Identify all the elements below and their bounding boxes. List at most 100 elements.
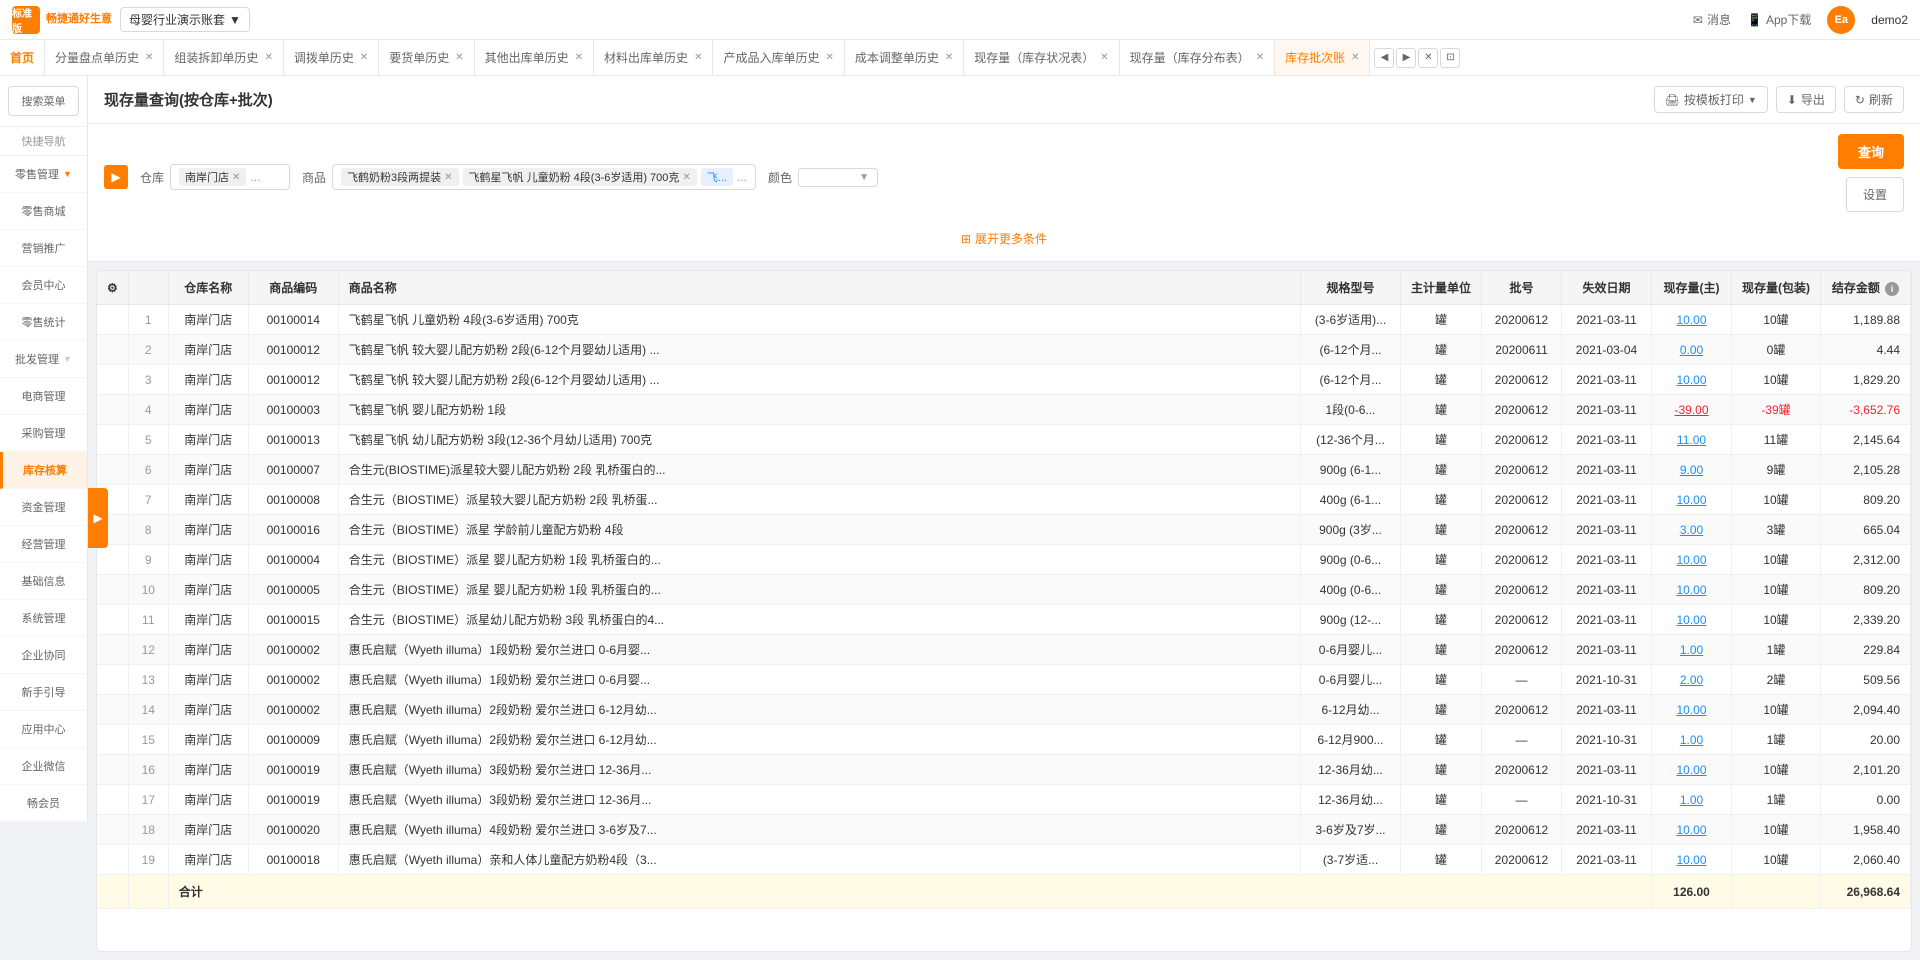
amount-info-icon[interactable]: i	[1885, 282, 1899, 296]
sidebar-item-retail-stats[interactable]: 零售统计	[0, 304, 87, 341]
tab-6[interactable]: 材料出库单历史 ✕	[594, 40, 713, 76]
cell-qty-main[interactable]: 10.00	[1652, 815, 1732, 845]
sidebar-item-retail-mgmt[interactable]: 零售管理▼	[0, 156, 87, 193]
sidebar-item-inventory[interactable]: 库存核算	[0, 452, 87, 489]
cell-idx: 11	[128, 605, 168, 635]
tab-4[interactable]: 要货单历史 ✕	[379, 40, 474, 76]
close-tab-5[interactable]: ✕	[575, 52, 583, 63]
tab-11[interactable]: 库存批次账 ✕	[1275, 40, 1370, 76]
sidebar-wrapper: 搜索菜单 快捷导航 零售管理▼ 零售商城 营销推广 会员中心 零售统计 批发管理…	[0, 76, 88, 960]
message-btn[interactable]: ✉ 消息	[1693, 11, 1731, 28]
cell-qty-main[interactable]: 1.00	[1652, 725, 1732, 755]
nav-expand[interactable]: ⊡	[1440, 48, 1460, 68]
search-menu-btn[interactable]: 搜索菜单	[8, 86, 79, 116]
cell-qty-main[interactable]: 10.00	[1652, 545, 1732, 575]
expand-sidebar-icon: ▶	[93, 511, 102, 525]
cell-name: 惠氏启赋（Wyeth illuma）2段奶粉 爱尔兰进口 6-12月幼...	[338, 695, 1300, 725]
cell-expire: 2021-03-11	[1562, 755, 1652, 785]
sidebar-item-ecommerce[interactable]: 电商管理	[0, 378, 87, 415]
product-tag-1-close[interactable]: ✕	[444, 172, 452, 183]
footer-qty: 126.00	[1652, 875, 1732, 909]
nav-close-all[interactable]: ✕	[1418, 48, 1438, 68]
product-tag-container[interactable]: 飞鹤奶粉3段两提装 ✕ 飞鹤星飞帆 儿童奶粉 4段(3-6岁适用) 700克 ✕…	[332, 164, 756, 190]
color-selector[interactable]: ▼	[798, 168, 878, 187]
close-tab-4[interactable]: ✕	[455, 52, 463, 63]
close-tab-7[interactable]: ✕	[825, 52, 833, 63]
cell-qty-main[interactable]: 10.00	[1652, 485, 1732, 515]
tab-2[interactable]: 组装拆卸单历史 ✕	[164, 40, 283, 76]
tab-8[interactable]: 成本调整单历史 ✕	[845, 40, 964, 76]
sidebar-item-guide[interactable]: 新手引导	[0, 674, 87, 711]
app-download-btn[interactable]: 📱 App下载	[1747, 11, 1811, 28]
close-tab-3[interactable]: ✕	[360, 52, 368, 63]
close-tab-10[interactable]: ✕	[1256, 52, 1264, 63]
filter-expand-btn[interactable]: ▶	[104, 165, 128, 189]
sidebar-item-retail-shop[interactable]: 零售商城	[0, 193, 87, 230]
export-btn[interactable]: ⬇ 导出	[1776, 86, 1836, 113]
avatar[interactable]: Ea	[1827, 6, 1855, 34]
cell-qty-main[interactable]: 10.00	[1652, 575, 1732, 605]
app-name: 畅捷通好生意	[46, 13, 112, 26]
cell-qty-main[interactable]: 10.00	[1652, 605, 1732, 635]
sidebar-item-wholesale[interactable]: 批发管理▼	[0, 341, 87, 378]
cell-setting	[97, 695, 128, 725]
cell-qty-main[interactable]: 10.00	[1652, 755, 1732, 785]
sidebar-item-wechat[interactable]: 企业微信	[0, 748, 87, 785]
sidebar-item-purchase[interactable]: 采购管理	[0, 415, 87, 452]
cell-qty-main[interactable]: 0.00	[1652, 335, 1732, 365]
settings-btn[interactable]: 设置	[1846, 177, 1904, 212]
table-row: 10 南岸门店 00100005 合生元（BIOSTIME）派星 婴儿配方奶粉 …	[97, 575, 1911, 605]
close-tab-8[interactable]: ✕	[945, 52, 953, 63]
sidebar-item-basic-info[interactable]: 基础信息	[0, 563, 87, 600]
cell-qty-main[interactable]: 10.00	[1652, 365, 1732, 395]
cell-qty-main[interactable]: 2.00	[1652, 665, 1732, 695]
close-tab-2[interactable]: ✕	[264, 52, 272, 63]
expand-conditions-btn[interactable]: ⊞ 展开更多条件	[953, 226, 1055, 251]
sidebar-item-member2[interactable]: 畅会员	[0, 785, 87, 822]
expand-sidebar-btn[interactable]: ▶	[88, 488, 108, 548]
sidebar-item-system[interactable]: 系统管理	[0, 600, 87, 637]
cell-qty-main[interactable]: 1.00	[1652, 785, 1732, 815]
warehouse-tag-close[interactable]: ✕	[232, 172, 240, 183]
print-btn[interactable]: 🖨 按模板打印 ▼	[1654, 86, 1768, 113]
refresh-btn[interactable]: ↻ 刷新	[1844, 86, 1904, 113]
product-tag-2-close[interactable]: ✕	[682, 172, 690, 183]
cell-qty-main[interactable]: 3.00	[1652, 515, 1732, 545]
nav-next[interactable]: ▶	[1396, 48, 1416, 68]
cell-batch: 20200612	[1482, 575, 1562, 605]
tab-3[interactable]: 调拨单历史 ✕	[284, 40, 379, 76]
sidebar-item-operations[interactable]: 经营管理	[0, 526, 87, 563]
nav-prev[interactable]: ◀	[1374, 48, 1394, 68]
col-setting[interactable]: ⚙	[97, 271, 128, 305]
page-actions: 🖨 按模板打印 ▼ ⬇ 导出 ↻ 刷新	[1654, 86, 1904, 123]
sidebar-item-app-center[interactable]: 应用中心	[0, 711, 87, 748]
cell-qty-main[interactable]: 10.00	[1652, 845, 1732, 875]
sidebar-item-marketing[interactable]: 营销推广	[0, 230, 87, 267]
cell-qty-main[interactable]: 9.00	[1652, 455, 1732, 485]
cell-setting	[97, 305, 128, 335]
tab-5[interactable]: 其他出库单历史 ✕	[475, 40, 594, 76]
query-btn[interactable]: 查询	[1838, 134, 1904, 169]
sidebar-item-collab[interactable]: 企业协同	[0, 637, 87, 674]
close-tab-6[interactable]: ✕	[694, 52, 702, 63]
tab-home[interactable]: 首页	[0, 40, 45, 76]
close-tab-9[interactable]: ✕	[1100, 52, 1108, 63]
table-row: 3 南岸门店 00100012 飞鹤星飞帆 较大婴儿配方奶粉 2段(6-12个月…	[97, 365, 1911, 395]
close-tab-11[interactable]: ✕	[1351, 52, 1359, 63]
cell-qty-main[interactable]: 10.00	[1652, 305, 1732, 335]
cell-qty-main[interactable]: 1.00	[1652, 635, 1732, 665]
tab-7[interactable]: 产成品入库单历史 ✕	[713, 40, 844, 76]
warehouse-tag-container[interactable]: 南岸门店 ✕ ...	[170, 164, 290, 190]
org-selector[interactable]: 母婴行业演示账套 ▼	[120, 7, 250, 32]
tab-1[interactable]: 分量盘点单历史 ✕	[45, 40, 164, 76]
top-bar-left: 标准版 畅捷通好生意 母婴行业演示账套 ▼	[12, 6, 250, 34]
cell-idx: 3	[128, 365, 168, 395]
sidebar-item-member[interactable]: 会员中心	[0, 267, 87, 304]
tab-9[interactable]: 现存量（库存状况表） ✕	[964, 40, 1119, 76]
sidebar-item-finance[interactable]: 资金管理	[0, 489, 87, 526]
cell-qty-main[interactable]: 11.00	[1652, 425, 1732, 455]
cell-qty-main[interactable]: -39.00	[1652, 395, 1732, 425]
close-tab-1[interactable]: ✕	[145, 52, 153, 63]
cell-qty-main[interactable]: 10.00	[1652, 695, 1732, 725]
tab-10[interactable]: 现存量（库存分布表） ✕	[1120, 40, 1275, 76]
